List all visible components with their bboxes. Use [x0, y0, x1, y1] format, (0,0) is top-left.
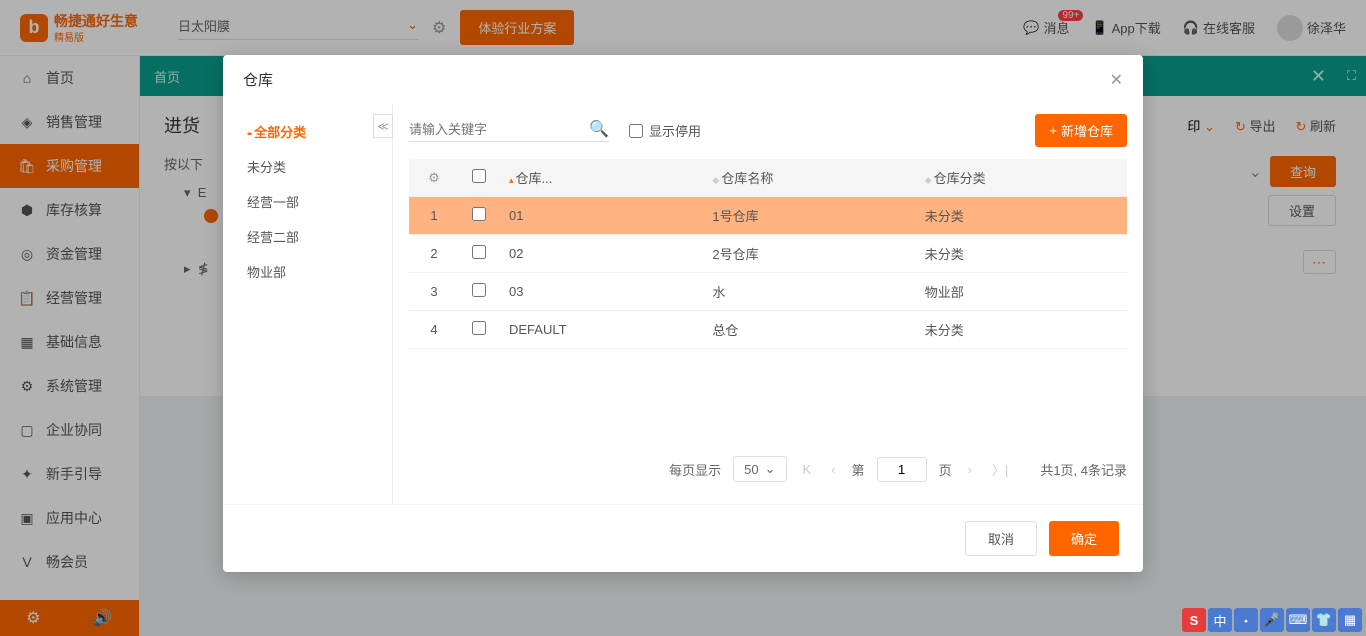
- warehouse-modal: 仓库 ✕ ≪ 全部分类 未分类 经营一部 经营二部 物业部 🔍 显示停用 + 新…: [223, 55, 1143, 572]
- confirm-button[interactable]: 确定: [1049, 521, 1119, 556]
- next-page-icon[interactable]: ›: [964, 462, 976, 477]
- page-summary: 共1页, 4条记录: [1040, 460, 1127, 479]
- category-item[interactable]: 经营一部: [223, 184, 392, 219]
- column-code[interactable]: ▴仓库...: [499, 159, 702, 197]
- column-name[interactable]: ◆仓库名称: [702, 159, 914, 197]
- checkbox[interactable]: [472, 245, 486, 259]
- checkbox[interactable]: [472, 169, 486, 183]
- category-all[interactable]: 全部分类: [223, 114, 392, 149]
- column-category[interactable]: ◆仓库分类: [915, 159, 1127, 197]
- show-disabled-checkbox[interactable]: 显示停用: [629, 121, 701, 140]
- prev-page-icon[interactable]: ‹: [827, 462, 839, 477]
- ime-sogou-icon[interactable]: S: [1182, 608, 1206, 632]
- warehouse-table: ⚙ ▴仓库... ◆仓库名称 ◆仓库分类 1 01 1号仓库 未分类: [409, 159, 1127, 349]
- ime-dock: S 中 ・ 🎤 ⌨ 👕 ▦: [1182, 608, 1362, 632]
- table-row[interactable]: 3 03 水 物业部: [409, 273, 1127, 311]
- ime-keyboard-icon[interactable]: ⌨: [1286, 608, 1310, 632]
- category-item[interactable]: 物业部: [223, 254, 392, 289]
- last-page-icon[interactable]: 〉|: [988, 460, 1012, 479]
- per-page-label: 每页显示: [669, 460, 721, 479]
- ime-mic-icon[interactable]: 🎤: [1260, 608, 1284, 632]
- gear-icon: ⚙: [428, 170, 440, 185]
- checkbox[interactable]: [472, 207, 486, 221]
- modal-body: ≪ 全部分类 未分类 经营一部 经营二部 物业部 🔍 显示停用 + 新增仓库: [223, 104, 1143, 504]
- ime-lang-icon[interactable]: 中: [1208, 608, 1232, 632]
- table-panel: 🔍 显示停用 + 新增仓库 ⚙ ▴仓库... ◆仓库名称 ◆仓库分类: [393, 104, 1143, 504]
- table-row[interactable]: 1 01 1号仓库 未分类: [409, 197, 1127, 235]
- collapse-icon[interactable]: ≪: [373, 114, 393, 138]
- search-input[interactable]: [409, 122, 589, 137]
- cancel-button[interactable]: 取消: [965, 521, 1037, 556]
- column-select-all[interactable]: [459, 159, 499, 197]
- checkbox[interactable]: [472, 321, 486, 335]
- page-input[interactable]: [877, 457, 927, 482]
- ime-menu-icon[interactable]: ▦: [1338, 608, 1362, 632]
- checkbox[interactable]: [472, 283, 486, 297]
- category-item[interactable]: 经营二部: [223, 219, 392, 254]
- pagination: 每页显示 50 ⌄ K ‹ 第 页 › 〉| 共1页, 4条记录: [409, 444, 1127, 494]
- table-row[interactable]: 4 DEFAULT 总仓 未分类: [409, 311, 1127, 349]
- ime-skin-icon[interactable]: 👕: [1312, 608, 1336, 632]
- category-item[interactable]: 未分类: [223, 149, 392, 184]
- modal-title: 仓库: [243, 69, 273, 90]
- search-icon[interactable]: 🔍: [589, 119, 609, 139]
- search-row: 🔍 显示停用 + 新增仓库: [409, 114, 1127, 147]
- per-page-select[interactable]: 50 ⌄: [733, 456, 786, 482]
- close-icon[interactable]: ✕: [1110, 70, 1123, 90]
- search-box: 🔍: [409, 119, 609, 142]
- modal-header: 仓库 ✕: [223, 55, 1143, 104]
- category-panel: ≪ 全部分类 未分类 经营一部 经营二部 物业部: [223, 104, 393, 504]
- ime-punct-icon[interactable]: ・: [1234, 608, 1258, 632]
- new-warehouse-button[interactable]: + 新增仓库: [1035, 114, 1127, 147]
- first-page-icon[interactable]: K: [799, 462, 816, 477]
- table-row[interactable]: 2 02 2号仓库 未分类: [409, 235, 1127, 273]
- chevron-down-icon: ⌄: [765, 461, 776, 477]
- modal-footer: 取消 确定: [223, 504, 1143, 572]
- checkbox[interactable]: [629, 124, 643, 138]
- column-settings[interactable]: ⚙: [409, 159, 459, 197]
